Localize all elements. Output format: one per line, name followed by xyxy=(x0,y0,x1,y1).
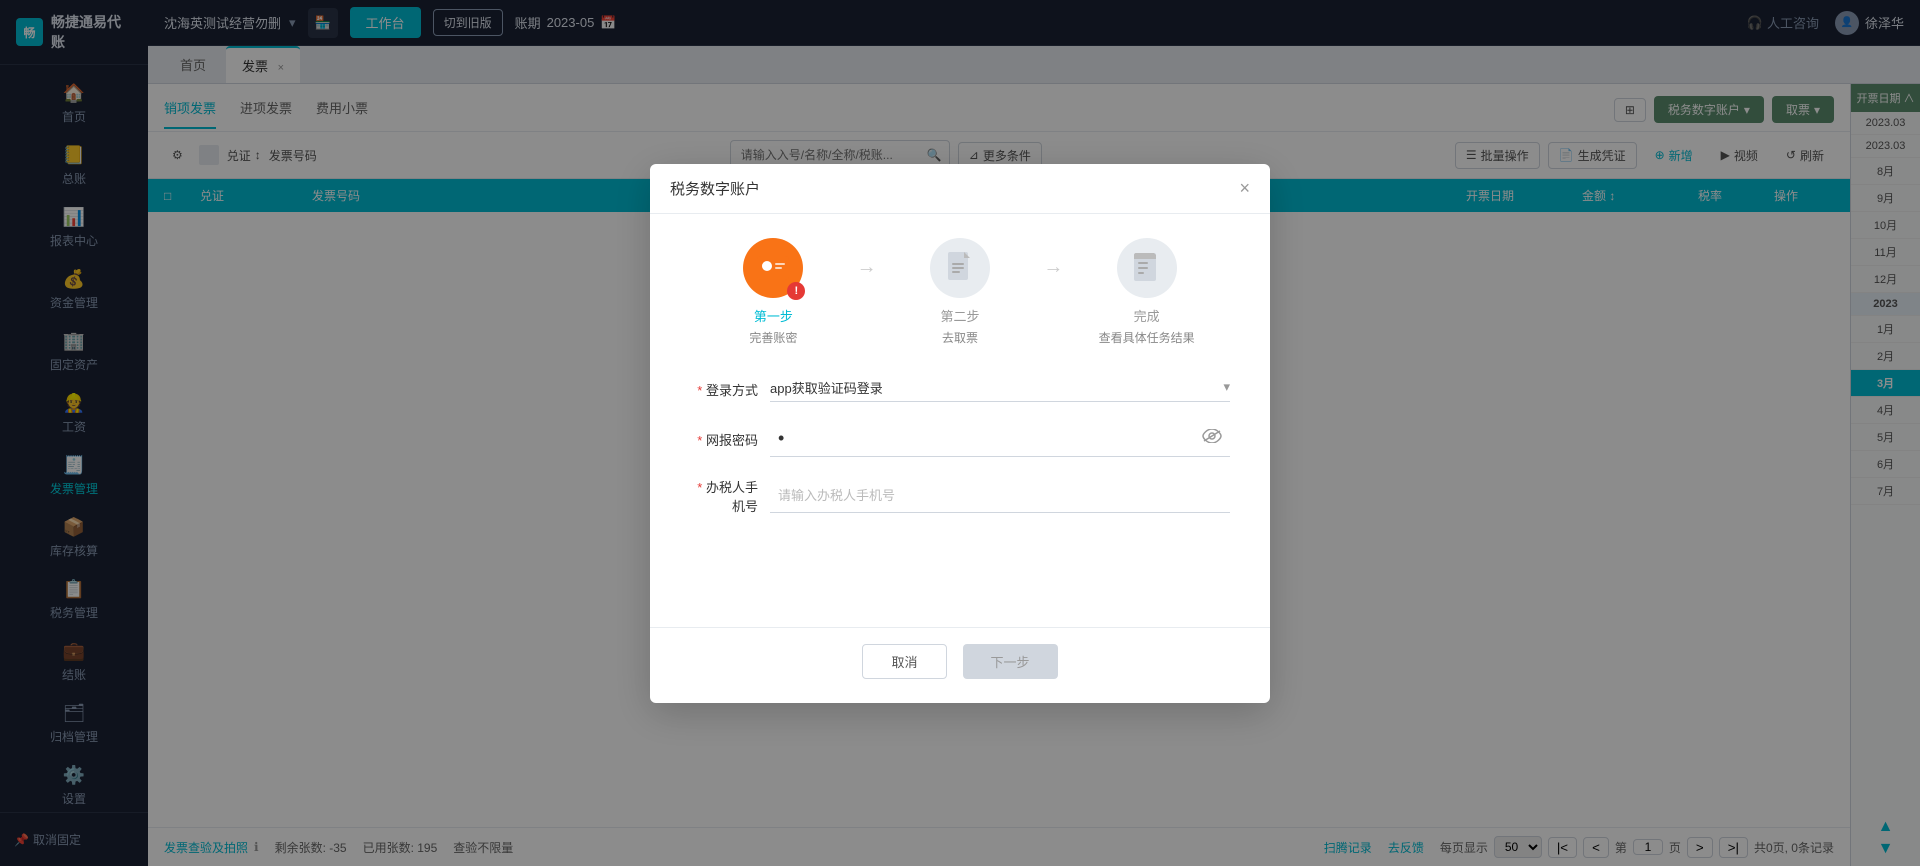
login-method-select[interactable]: app获取验证码登录 ▾ xyxy=(770,378,1230,402)
phone-input[interactable] xyxy=(770,479,1230,513)
form-spacer xyxy=(690,535,1230,595)
step-2-circle xyxy=(930,238,990,298)
step-1-icon-wrap: ! xyxy=(743,238,803,298)
step-1-badge: ! xyxy=(787,282,805,300)
modal-footer: 取消 下一步 xyxy=(650,627,1270,703)
user-card-icon xyxy=(755,250,791,286)
step-2-label: 第二步 xyxy=(941,306,980,325)
modal-header: 税务数字账户 × xyxy=(650,164,1270,214)
document-icon xyxy=(942,250,978,286)
required-mark-3: * xyxy=(697,480,702,495)
password-row: * 网报密码 xyxy=(690,422,1230,457)
login-method-row: * 登录方式 app获取验证码登录 ▾ xyxy=(690,378,1230,402)
step-3-circle xyxy=(1117,238,1177,298)
step-3-label: 完成 xyxy=(1134,306,1160,325)
password-input[interactable] xyxy=(770,422,1202,456)
next-button[interactable]: 下一步 xyxy=(963,644,1058,679)
step-2: 第二步 去取票 xyxy=(877,238,1044,346)
warning-icon: ! xyxy=(794,285,798,297)
modal-title: 税务数字账户 xyxy=(670,178,760,199)
step-3: 完成 查看具体任务结果 xyxy=(1063,238,1230,346)
step-2-icon-wrap xyxy=(930,238,990,298)
eye-toggle-icon[interactable] xyxy=(1202,429,1230,448)
cancel-button[interactable]: 取消 xyxy=(862,644,946,679)
modal-body: ! 第一步 完善账密 → xyxy=(650,214,1270,627)
password-label: * 网报密码 xyxy=(690,430,770,449)
login-method-value: app获取验证码登录 xyxy=(770,378,1223,397)
step-1: ! 第一步 完善账密 xyxy=(690,238,857,346)
modal-close-button[interactable]: × xyxy=(1239,178,1250,199)
phone-row: * 办税人手机号 xyxy=(690,477,1230,515)
step-3-desc: 查看具体任务结果 xyxy=(1099,329,1195,346)
step-1-desc: 完善账密 xyxy=(749,329,797,346)
steps-indicator: ! 第一步 完善账密 → xyxy=(690,238,1230,346)
modal-overlay[interactable]: 税务数字账户 × xyxy=(0,0,1920,866)
step-2-desc: 去取票 xyxy=(942,329,978,346)
required-mark-2: * xyxy=(697,433,702,448)
login-method-label: * 登录方式 xyxy=(690,380,770,399)
required-mark-1: * xyxy=(697,383,702,398)
phone-label: * 办税人手机号 xyxy=(690,477,770,515)
step-arrow-2: → xyxy=(1043,238,1063,279)
step-3-icon-wrap xyxy=(1117,238,1177,298)
checklist-icon xyxy=(1129,250,1165,286)
step-1-label: 第一步 xyxy=(754,306,793,325)
password-input-wrap xyxy=(770,422,1230,457)
eye-icon-svg xyxy=(1202,429,1222,443)
modal-form: * 登录方式 app获取验证码登录 ▾ * 网报密码 xyxy=(690,378,1230,515)
tax-digital-modal: 税务数字账户 × xyxy=(650,164,1270,703)
step-arrow-1: → xyxy=(857,238,877,279)
dropdown-icon: ▾ xyxy=(1223,379,1230,395)
